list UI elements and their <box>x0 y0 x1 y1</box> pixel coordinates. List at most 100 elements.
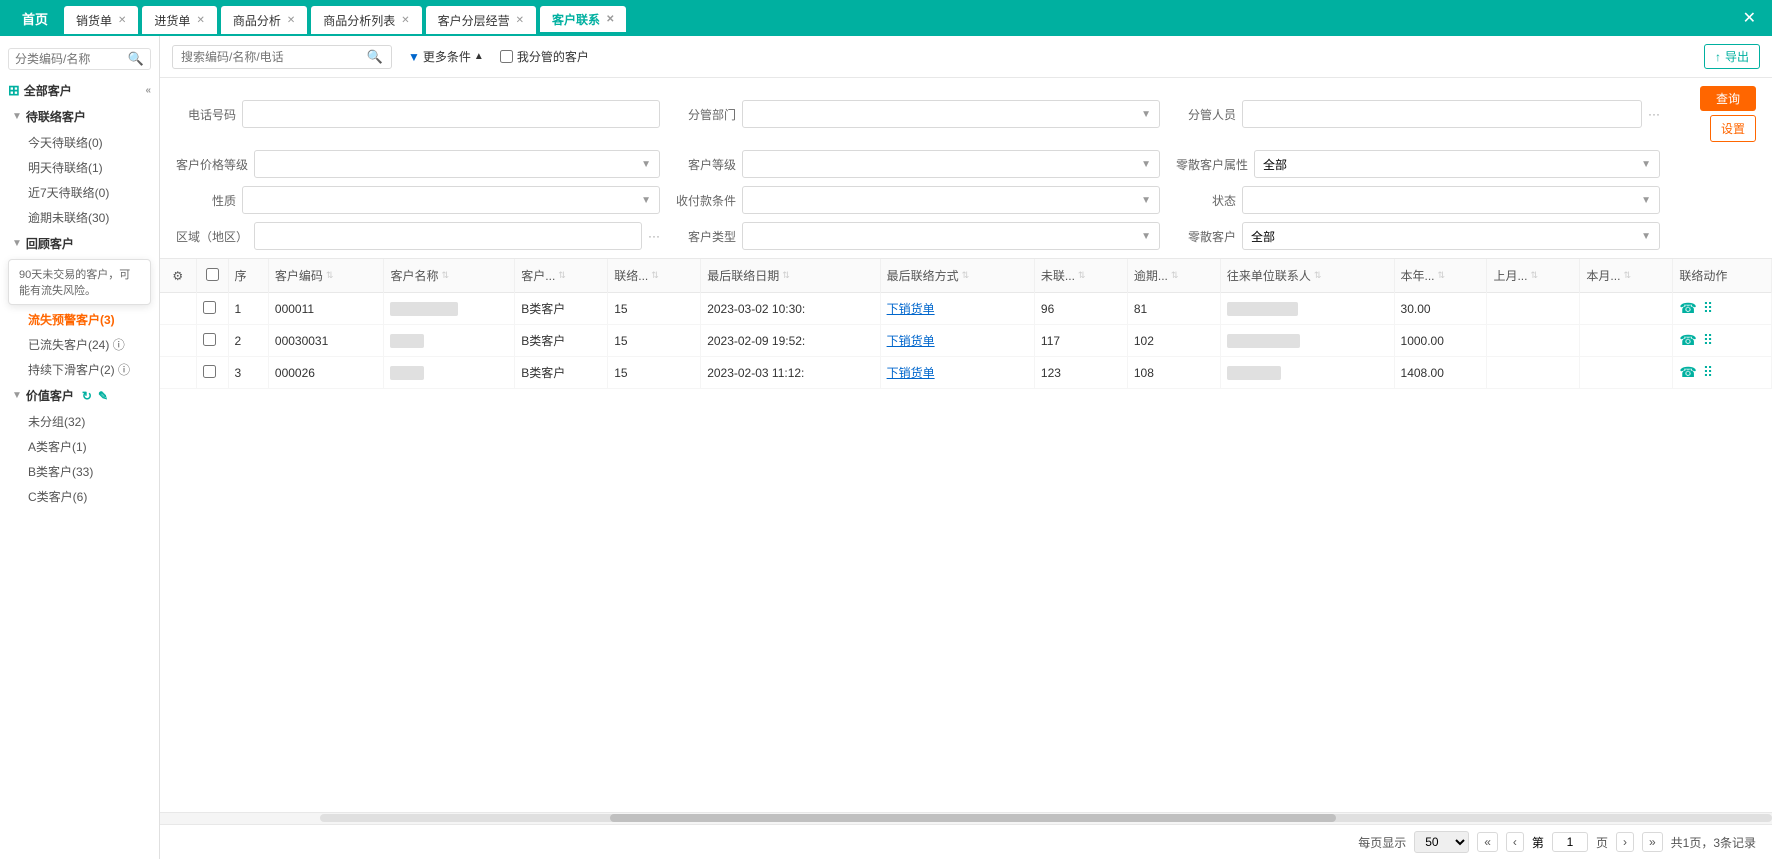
edit-icon[interactable]: ✎ <box>98 389 108 403</box>
first-page-button[interactable]: « <box>1477 832 1498 852</box>
retail-attr-select[interactable]: 全部 ▼ <box>1254 150 1660 178</box>
last-method-cell: 下销货单 <box>880 293 1034 325</box>
close-icon[interactable]: ✕ <box>196 15 204 26</box>
filter-customer-type: 客户类型 ▼ <box>676 222 1160 250</box>
more-action-icon[interactable]: ⠿ <box>1703 332 1713 349</box>
th-action: 联络动作 <box>1673 259 1772 293</box>
page-label: 页 <box>1596 834 1608 851</box>
export-button[interactable]: ↑ 导出 <box>1704 44 1760 69</box>
query-button[interactable]: 查询 <box>1700 86 1756 111</box>
sidebar-item-overdue[interactable]: 逾期未联络(30) <box>0 205 159 230</box>
row-checkbox[interactable] <box>203 365 216 378</box>
sidebar-item-class-b[interactable]: B类客户(33) <box>0 459 159 484</box>
th-last-contact-date: 最后联络日期⇅ <box>701 259 880 293</box>
code-cell: 000011 <box>268 293 384 325</box>
page-number-input[interactable] <box>1552 832 1588 852</box>
this-year-cell: 1000.00 <box>1394 325 1487 357</box>
more-filter-button[interactable]: ▼ 更多条件 ▲ <box>400 45 492 68</box>
more-dots-icon[interactable]: ··· <box>648 229 660 243</box>
customer-type-cell: B类客户 <box>515 357 608 389</box>
filter-customer-level: 客户等级 ▼ <box>676 150 1160 178</box>
sidebar-item-today[interactable]: 今天待联络(0) <box>0 130 159 155</box>
region-input[interactable] <box>254 222 642 250</box>
more-action-icon[interactable]: ⠿ <box>1703 300 1713 317</box>
window-close-button[interactable]: ✕ <box>1735 8 1764 28</box>
per-page-label: 每页显示 <box>1358 834 1406 851</box>
contact-icon[interactable]: ☎ <box>1679 332 1696 349</box>
horizontal-scrollbar[interactable] <box>160 812 1772 824</box>
contact-icon[interactable]: ☎ <box>1679 300 1696 317</box>
top-nav: 首页 销货单 ✕ 进货单 ✕ 商品分析 ✕ 商品分析列表 ✕ 客户分层经营 ✕ … <box>0 0 1772 36</box>
sidebar-item-declining[interactable]: 持续下滑客户(2) ⓘ <box>0 357 159 382</box>
close-icon[interactable]: ✕ <box>516 15 524 26</box>
retail-customer-select[interactable]: 全部 ▼ <box>1242 222 1660 250</box>
name-cell: ████ <box>384 357 515 389</box>
person-select[interactable] <box>1242 100 1642 128</box>
payment-select[interactable]: ▼ <box>742 186 1160 214</box>
row-checkbox[interactable] <box>203 333 216 346</box>
settings-button[interactable]: 设置 <box>1710 115 1756 142</box>
search-icon[interactable]: 🔍 <box>367 49 383 65</box>
name-cell: ████ <box>384 325 515 357</box>
all-customers-header[interactable]: ⊞ 全部客户 « <box>0 78 159 103</box>
search-input[interactable] <box>181 50 367 64</box>
more-dots-icon[interactable]: ··· <box>1648 107 1660 121</box>
th-settings[interactable]: ⚙ <box>160 259 196 293</box>
status-select[interactable]: ▼ <box>1242 186 1660 214</box>
nav-tab-sales[interactable]: 销货单 ✕ <box>64 6 138 34</box>
th-code: 客户编码⇅ <box>268 259 384 293</box>
sidebar-search-input[interactable] <box>15 52 128 66</box>
th-overdue: 逾期...⇅ <box>1127 259 1220 293</box>
chevron-down-icon: ▼ <box>1141 195 1151 206</box>
close-icon[interactable]: ✕ <box>118 15 126 26</box>
contact-icon[interactable]: ☎ <box>1679 364 1696 381</box>
prev-page-button[interactable]: ‹ <box>1506 832 1524 852</box>
sidebar-search-icon[interactable]: 🔍 <box>128 51 144 67</box>
my-customer-checkbox[interactable] <box>500 50 513 63</box>
nav-tab-purchase[interactable]: 进货单 ✕ <box>142 6 216 34</box>
my-customer-filter[interactable]: 我分管的客户 <box>500 48 589 65</box>
row-checkbox[interactable] <box>203 301 216 314</box>
sidebar-item-class-a[interactable]: A类客户(1) <box>0 434 159 459</box>
close-icon[interactable]: ✕ <box>606 14 614 25</box>
nav-tab-analysis[interactable]: 商品分析 ✕ <box>221 6 307 34</box>
nature-select[interactable]: ▼ <box>242 186 660 214</box>
close-icon[interactable]: ✕ <box>287 15 295 26</box>
sidebar-item-ungrouped[interactable]: 未分组(32) <box>0 409 159 434</box>
filter-status: 状态 ▼ <box>1176 186 1660 214</box>
sidebar-item-churned[interactable]: 已流失客户(24) ⓘ <box>0 332 159 357</box>
arrow-icon: ▼ <box>12 390 22 401</box>
phone-input[interactable] <box>242 100 660 128</box>
pagination-bar: 每页显示 50 20 100 « ‹ 第 页 › » 共1页，3条记录 <box>160 824 1772 859</box>
nav-tab-customer-layer[interactable]: 客户分层经营 ✕ <box>426 6 536 34</box>
price-level-select[interactable]: ▼ <box>254 150 660 178</box>
next-page-button[interactable]: › <box>1616 832 1634 852</box>
nav-tab-customer-contact[interactable]: 客户联系 ✕ <box>540 6 626 34</box>
contact-cell: 15 <box>608 357 701 389</box>
nav-home[interactable]: 首页 <box>8 0 62 36</box>
group-value-header[interactable]: ▼ 价值客户 ↻ ✎ <box>0 382 159 409</box>
action-buttons: 查询 设置 <box>1676 86 1756 142</box>
sidebar-item-tomorrow[interactable]: 明天待联络(1) <box>0 155 159 180</box>
th-seq: 序 <box>228 259 268 293</box>
sidebar-item-class-c[interactable]: C类客户(6) <box>0 484 159 509</box>
dept-select[interactable]: ▼ <box>742 100 1160 128</box>
sort-icon: ⇅ <box>1530 270 1538 281</box>
more-action-icon[interactable]: ⠿ <box>1703 364 1713 381</box>
filter-phone: 电话号码 <box>176 100 660 128</box>
seq-cell: 2 <box>228 325 268 357</box>
select-all-checkbox[interactable] <box>206 268 219 281</box>
sidebar-item-7days[interactable]: 近7天待联络(0) <box>0 180 159 205</box>
customer-type-select[interactable]: ▼ <box>742 222 1160 250</box>
this-year-cell: 1408.00 <box>1394 357 1487 389</box>
sidebar-item-churn-warning[interactable]: 流失预警客户(3) <box>0 307 159 332</box>
group-pending-contact-header[interactable]: ▼ 待联络客户 <box>0 103 159 130</box>
refresh-icon[interactable]: ↻ <box>82 389 92 403</box>
chevron-down-icon: ▼ <box>1141 159 1151 170</box>
group-review-header[interactable]: ▼ 回顾客户 <box>0 230 159 257</box>
nav-tab-analysis-list[interactable]: 商品分析列表 ✕ <box>311 6 421 34</box>
per-page-select[interactable]: 50 20 100 <box>1414 831 1469 853</box>
last-page-button[interactable]: » <box>1642 832 1663 852</box>
customer-level-select[interactable]: ▼ <box>742 150 1160 178</box>
close-icon[interactable]: ✕ <box>401 15 409 26</box>
